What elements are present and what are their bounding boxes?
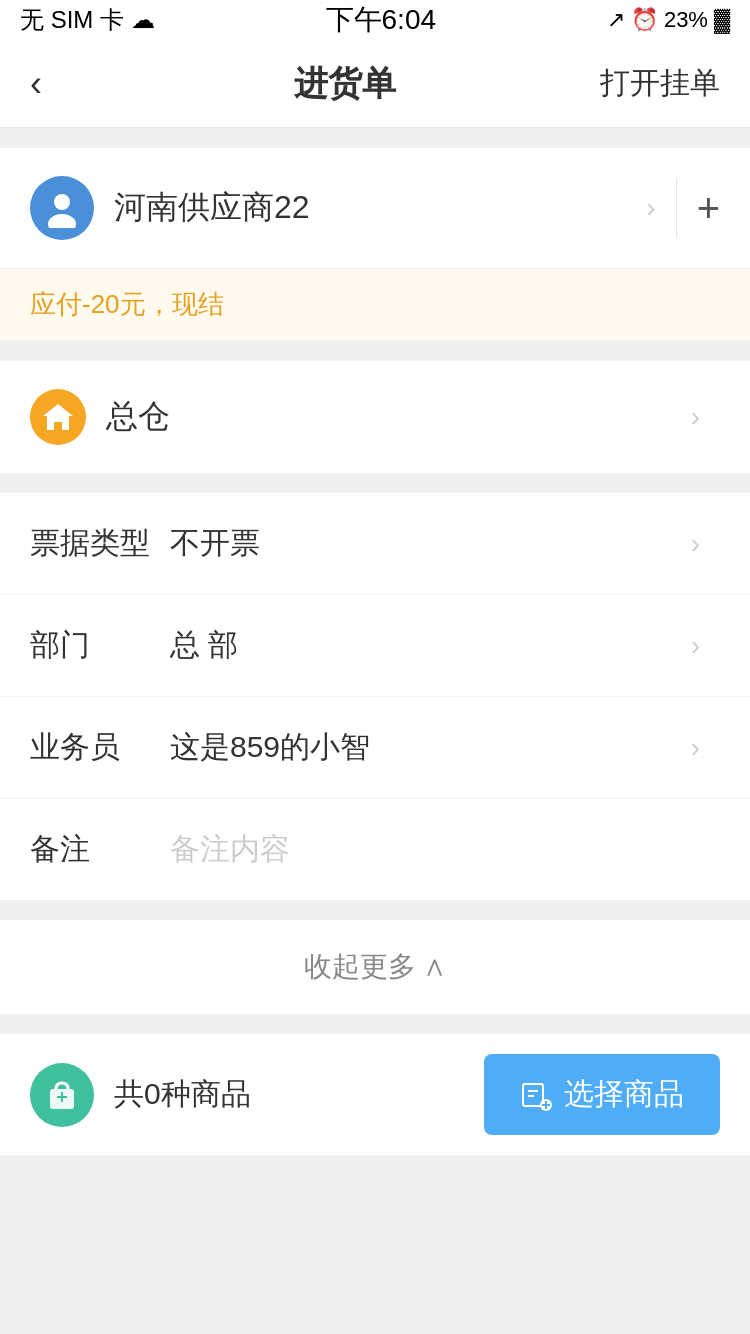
department-label: 部门 — [30, 625, 170, 666]
warehouse-name: 总仓 — [106, 395, 691, 439]
battery-label: 23% — [664, 7, 708, 33]
product-count-label: 共0种商品 — [114, 1074, 464, 1115]
department-row[interactable]: 部门 总 部 › — [0, 595, 750, 697]
remark-row[interactable]: 备注 备注内容 — [0, 799, 750, 900]
add-product-icon — [520, 1079, 552, 1111]
sim-label: 无 SIM 卡 ☁ — [20, 4, 155, 36]
svg-marker-2 — [43, 404, 73, 416]
svg-point-0 — [54, 194, 70, 210]
nav-bar: ‹ 进货单 打开挂单 — [0, 40, 750, 128]
status-time: 下午6:04 — [326, 1, 437, 39]
select-product-label: 选择商品 — [564, 1074, 684, 1115]
salesperson-row[interactable]: 业务员 这是859的小智 › — [0, 697, 750, 799]
battery-icon: ▓ — [714, 7, 730, 33]
remark-input[interactable]: 备注内容 — [170, 829, 720, 870]
invoice-type-label: 票据类型 — [30, 523, 170, 564]
supplier-row[interactable]: 河南供应商22 › + — [0, 148, 750, 269]
person-icon — [42, 188, 82, 228]
location-icon: ↗ — [607, 7, 625, 33]
invoice-type-value: 不开票 — [170, 523, 691, 564]
salesperson-label: 业务员 — [30, 727, 170, 768]
section-gap-1 — [0, 128, 750, 148]
collapse-button[interactable]: 收起更多 ∧ — [0, 920, 750, 1014]
invoice-type-chevron-icon: › — [691, 528, 700, 560]
salesperson-chevron-icon: › — [691, 732, 700, 764]
status-bar: 无 SIM 卡 ☁ 下午6:04 ↗ ⏰ 23% ▓ — [0, 0, 750, 40]
supplier-name: 河南供应商22 — [114, 186, 646, 230]
bottom-bar: 共0种商品 选择商品 — [0, 1034, 750, 1155]
collapse-label: 收起更多 ∧ — [304, 948, 447, 986]
supplier-avatar — [30, 176, 94, 240]
open-pending-button[interactable]: 打开挂单 — [600, 63, 720, 104]
page-title: 进货单 — [294, 61, 396, 107]
select-product-button[interactable]: 选择商品 — [484, 1054, 720, 1135]
warehouse-row[interactable]: 总仓 › — [0, 361, 750, 473]
form-section: 票据类型 不开票 › 部门 总 部 › 业务员 这是859的小智 › 备注 备注… — [0, 493, 750, 900]
add-supplier-button[interactable]: + — [676, 178, 720, 238]
product-bag-icon — [30, 1063, 94, 1127]
status-left: 无 SIM 卡 ☁ — [20, 4, 155, 36]
status-right: ↗ ⏰ 23% ▓ — [607, 7, 730, 33]
department-value: 总 部 — [170, 625, 691, 666]
alarm-icon: ⏰ — [631, 7, 658, 33]
shopping-bag-icon — [44, 1077, 80, 1113]
remark-label: 备注 — [30, 829, 170, 870]
warehouse-icon — [30, 389, 86, 445]
warehouse-chevron-icon: › — [691, 401, 700, 433]
back-button[interactable]: ‹ — [30, 63, 90, 105]
svg-point-1 — [48, 214, 76, 228]
department-chevron-icon: › — [691, 630, 700, 662]
house-icon — [41, 400, 75, 434]
svg-rect-4 — [54, 422, 62, 430]
supplier-chevron-icon: › — [646, 192, 655, 224]
supplier-notice: 应付-20元，现结 — [0, 269, 750, 341]
supplier-section: 河南供应商22 › + 应付-20元，现结 — [0, 148, 750, 341]
salesperson-value: 这是859的小智 — [170, 727, 691, 768]
warehouse-section: 总仓 › — [0, 361, 750, 473]
invoice-type-row[interactable]: 票据类型 不开票 › — [0, 493, 750, 595]
